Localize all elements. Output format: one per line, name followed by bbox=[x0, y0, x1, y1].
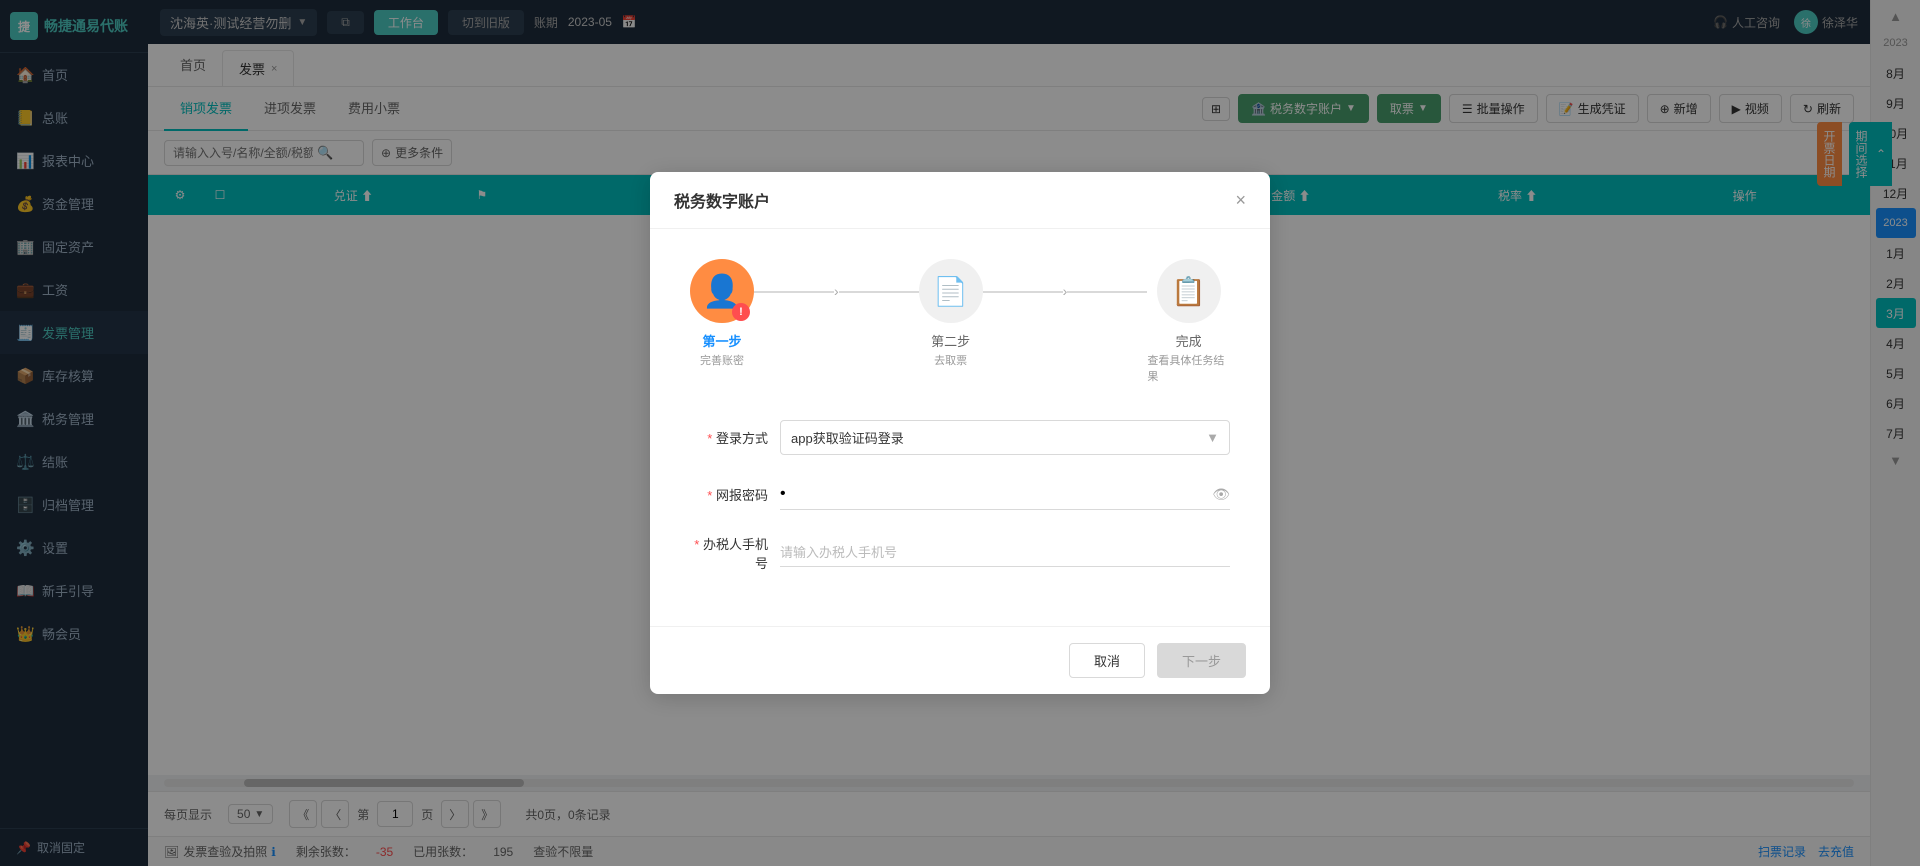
login-method-value: app获取验证码登录 bbox=[791, 428, 904, 447]
step-1-badge: ! bbox=[732, 303, 750, 321]
login-method-select[interactable]: app获取验证码登录 ▼ bbox=[780, 420, 1230, 455]
step-connector-2 bbox=[983, 291, 1063, 293]
modal-header: 税务数字账户 × bbox=[650, 172, 1270, 229]
step-3-icon: 📋 bbox=[1171, 275, 1206, 308]
step-connector-1 bbox=[754, 291, 834, 293]
step-2-icon: 📄 bbox=[933, 275, 968, 308]
login-method-control: app获取验证码登录 ▼ bbox=[780, 420, 1230, 455]
step-1-subtitle: 完善账密 bbox=[700, 352, 744, 368]
login-method-row: * 登录方式 app获取验证码登录 ▼ bbox=[690, 420, 1230, 455]
step-3-title: 完成 bbox=[1176, 331, 1202, 350]
step-2: 📄 第二步 去取票 bbox=[919, 259, 983, 368]
modal-footer: 取消 下一步 bbox=[650, 626, 1270, 694]
modal-tax-digital: 税务数字账户 × 👤 ! 第一步 完善账密 › bbox=[650, 172, 1270, 694]
phone-label-text: 办税人手机号 bbox=[703, 537, 768, 571]
required-star-3: * bbox=[694, 537, 699, 552]
modal-title: 税务数字账户 bbox=[674, 188, 770, 212]
modal-body: 👤 ! 第一步 完善账密 › 📄 第二步 去取票 bbox=[650, 229, 1270, 626]
phone-control bbox=[780, 539, 1230, 567]
step-3-subtitle: 查看具体任务结果 bbox=[1147, 352, 1230, 384]
step-3: 📋 完成 查看具体任务结果 bbox=[1147, 259, 1230, 384]
select-arrow-icon: ▼ bbox=[1206, 430, 1219, 445]
step-2-icon-wrap: 📄 bbox=[919, 259, 983, 323]
steps-indicator: 👤 ! 第一步 完善账密 › 📄 第二步 去取票 bbox=[690, 259, 1230, 384]
password-field-wrap: 👁 bbox=[780, 479, 1230, 510]
required-star-2: * bbox=[707, 488, 712, 503]
password-label-text: 网报密码 bbox=[716, 488, 768, 503]
phone-input[interactable] bbox=[780, 539, 1230, 567]
next-button[interactable]: 下一步 bbox=[1157, 643, 1246, 678]
step-connector-2b bbox=[1067, 291, 1147, 293]
password-label: * 网报密码 bbox=[690, 485, 780, 504]
step-2-title: 第二步 bbox=[931, 331, 970, 350]
step-connector-1b bbox=[839, 291, 919, 293]
phone-row: * 办税人手机号 bbox=[690, 534, 1230, 572]
cancel-button[interactable]: 取消 bbox=[1069, 643, 1145, 678]
password-row: * 网报密码 👁 bbox=[690, 479, 1230, 510]
step-3-icon-wrap: 📋 bbox=[1157, 259, 1221, 323]
phone-label: * 办税人手机号 bbox=[690, 534, 780, 572]
step-2-subtitle: 去取票 bbox=[934, 352, 967, 368]
password-input[interactable] bbox=[780, 485, 1212, 503]
login-method-label: * 登录方式 bbox=[690, 428, 780, 447]
required-star: * bbox=[707, 431, 712, 446]
step-1-title: 第一步 bbox=[702, 331, 741, 350]
eye-icon[interactable]: 👁 bbox=[1212, 486, 1230, 503]
password-control: 👁 bbox=[780, 479, 1230, 510]
modal-close-btn[interactable]: × bbox=[1235, 190, 1246, 211]
step-1: 👤 ! 第一步 完善账密 bbox=[690, 259, 754, 368]
modal-overlay: 税务数字账户 × 👤 ! 第一步 完善账密 › bbox=[0, 0, 1920, 866]
login-method-label-text: 登录方式 bbox=[716, 431, 768, 446]
